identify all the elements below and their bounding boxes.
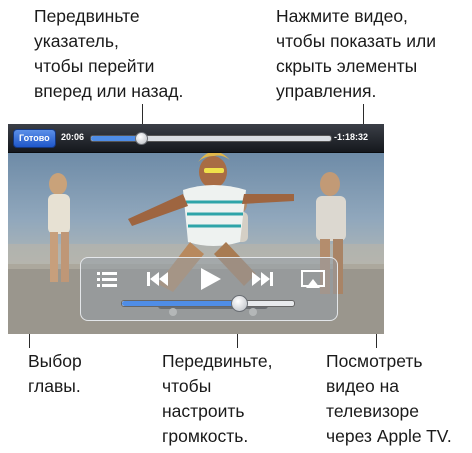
volume-callout-text: Передвиньте, чтобы настроить громкость. [162,351,273,446]
playback-top-bar: Готово 20:06 -1:18:32 [8,124,384,153]
skip-forward-icon [252,272,273,286]
chapters-button[interactable] [89,264,125,294]
playback-controls-panel [80,257,338,321]
scrubber-bar[interactable] [90,132,332,145]
volume-slider[interactable] [121,295,295,312]
scrubber-progress-fill [91,136,142,141]
elapsed-time: 20:06 [61,132,85,142]
airplay-callout-text: Посмотреть видео на телевизоре через App… [326,351,452,446]
next-button[interactable] [245,264,281,294]
chapters-callout-text: Выбор главы. [28,351,82,396]
airplay-button[interactable] [295,264,331,294]
skip-back-icon [147,272,168,286]
play-icon [201,268,221,290]
scrub-callout-text: Передвиньте указатель, чтобы перейти впе… [34,6,184,101]
scrubber-playhead[interactable] [135,132,149,145]
volume-slider-thumb[interactable] [230,295,248,312]
volume-fill [122,301,239,306]
list-icon [97,272,117,287]
previous-button[interactable] [139,264,175,294]
done-button[interactable]: Готово [13,129,56,148]
video-player[interactable]: Готово 20:06 -1:18:32 [8,124,384,334]
remaining-time: -1:18:32 [334,132,369,142]
airplay-icon [301,270,325,288]
play-button[interactable] [191,264,227,294]
tap-video-callout-text: Нажмите видео, чтобы показать или скрыть… [276,6,437,101]
